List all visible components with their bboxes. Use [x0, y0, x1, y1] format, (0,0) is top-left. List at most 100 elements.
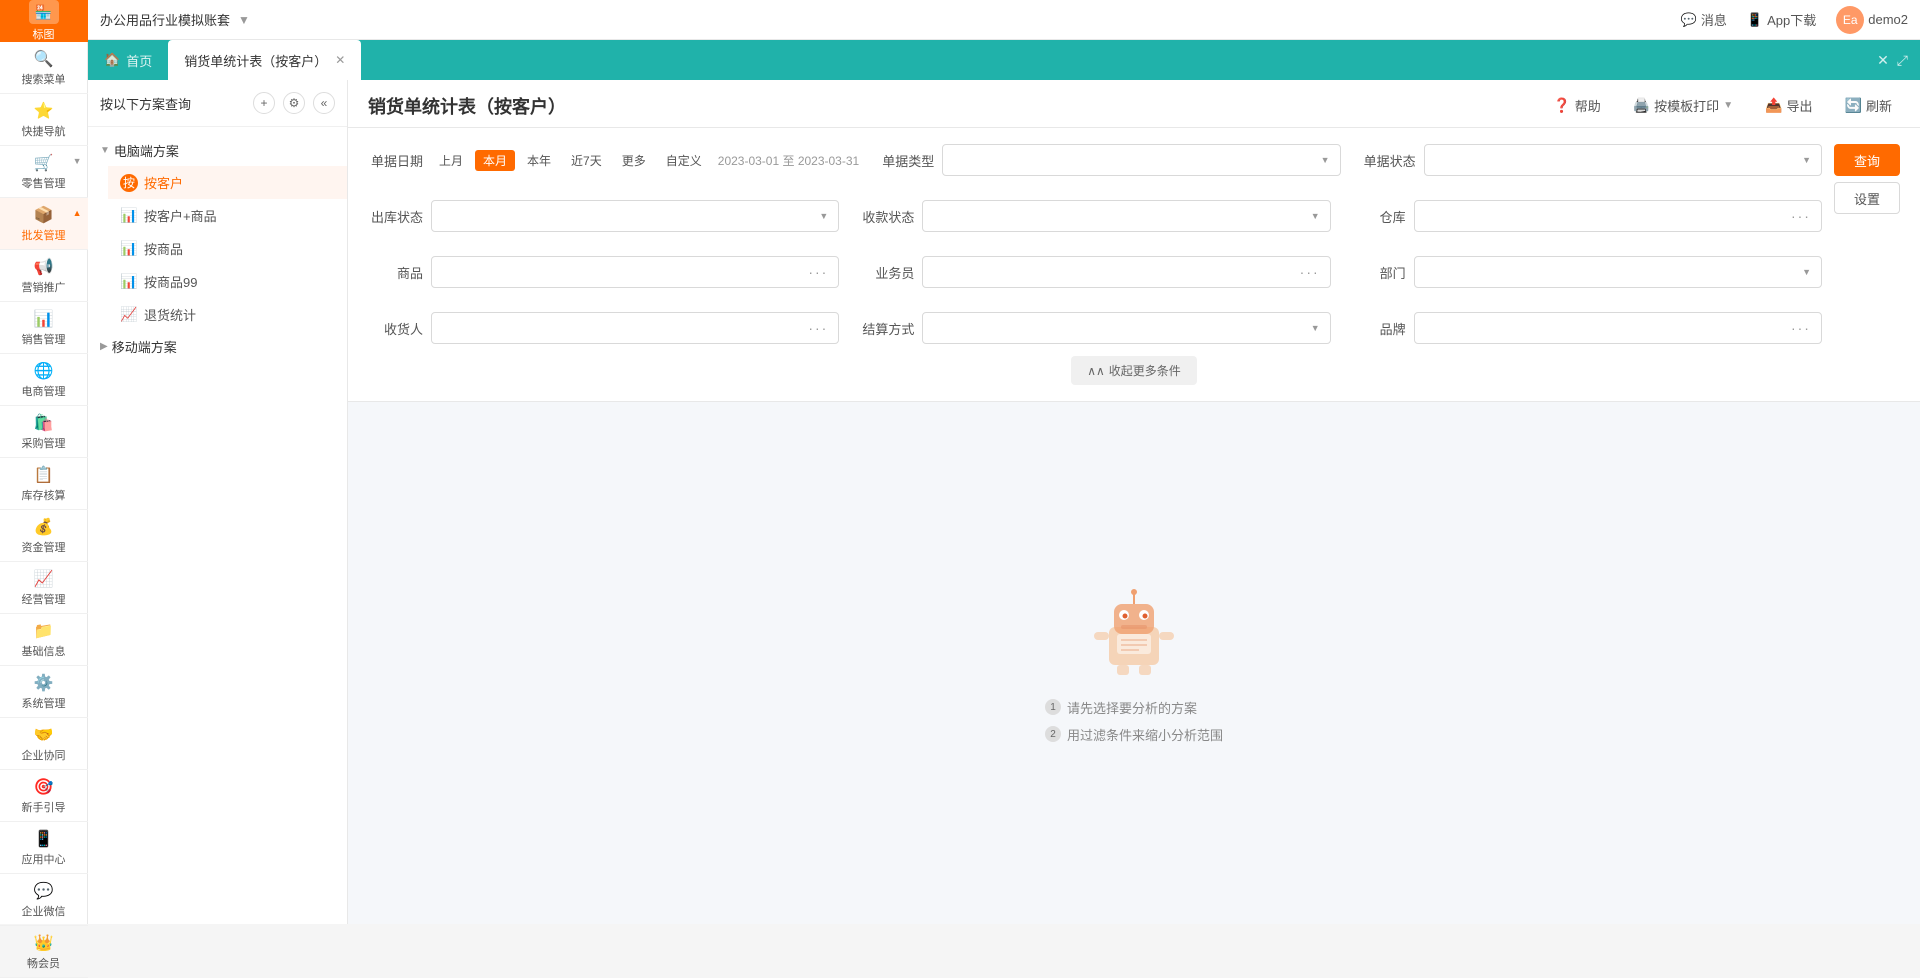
- sidebar-item-finance[interactable]: 💰 资金管理: [0, 510, 88, 562]
- tree-item-customer-goods[interactable]: 📊 按客户+商品: [108, 199, 347, 232]
- export-btn[interactable]: 📤 导出: [1757, 92, 1820, 119]
- goods-select[interactable]: ···: [431, 256, 839, 288]
- app-download-btn[interactable]: 📱 App下载: [1747, 10, 1816, 29]
- sidebar-item-inventory[interactable]: 📋 库存核算: [0, 458, 88, 510]
- date-tab-custom[interactable]: 自定义: [658, 150, 710, 171]
- app-download-label: App下载: [1767, 10, 1816, 29]
- tab-bar: 🏠 首页 销货单统计表（按客户） ✕ ✕ ⤢: [88, 40, 1920, 80]
- sidebar-item-enterprise[interactable]: 🤝 企业协同: [0, 718, 88, 770]
- user-avatar: Ea: [1836, 6, 1864, 34]
- tree-item-by-goods99[interactable]: 📊 按商品99: [108, 265, 347, 298]
- payment-select[interactable]: [922, 312, 1330, 344]
- right-content: 销货单统计表（按客户） ❓ 帮助 🖨️ 按模板打印 ▼ 📤 导出: [348, 80, 1920, 924]
- sidebar-item-label: 批发管理: [22, 227, 66, 243]
- filter-row-3: 商品 ··· 业务员 ···: [368, 256, 1822, 288]
- tab-close-btn[interactable]: ✕: [335, 53, 345, 67]
- desktop-group-label: 电脑端方案: [114, 141, 179, 160]
- print-icon: 🖨️: [1633, 97, 1650, 114]
- system-icon: ⚙️: [34, 673, 54, 693]
- date-tab-7days[interactable]: 近7天: [563, 150, 610, 171]
- star-icon: ⭐: [34, 101, 54, 121]
- message-icon: 💬: [1681, 12, 1697, 28]
- tree-item-label: 按商品: [144, 239, 183, 258]
- app-logo: 🏪 标图: [0, 0, 88, 42]
- mobile-group-header[interactable]: ▶ 移动端方案: [88, 331, 347, 362]
- date-tab-last-month[interactable]: 上月: [431, 150, 471, 171]
- add-scheme-btn[interactable]: +: [253, 92, 275, 114]
- print-btn[interactable]: 🖨️ 按模板打印 ▼: [1625, 92, 1741, 119]
- receiver-select[interactable]: ···: [431, 312, 839, 344]
- maximize-icon[interactable]: ⤢: [1897, 52, 1908, 69]
- sidebar-item-search[interactable]: 🔍 搜索菜单: [0, 42, 88, 94]
- settings-scheme-btn[interactable]: ⚙: [283, 92, 305, 114]
- filter-date: 单据日期 上月 本月 本年 近7天 更多 自定义: [368, 150, 859, 171]
- collapse-btn[interactable]: ∧∧ 收起更多条件: [1071, 356, 1197, 385]
- tip-num-1: 1: [1045, 699, 1061, 715]
- sidebar-item-label: 电商管理: [22, 383, 66, 399]
- message-btn[interactable]: 💬 消息: [1681, 10, 1727, 29]
- tab-maximize-actions: ✕ ⤢: [1877, 52, 1908, 69]
- top-nav: 办公用品行业模拟账套 ▼ 💬 消息 📱 App下载 Ea demo2: [88, 0, 1920, 40]
- sidebar-item-member[interactable]: 👑 畅会员: [0, 926, 88, 978]
- tab-stats[interactable]: 销货单统计表（按客户） ✕: [168, 40, 361, 80]
- customer-icon: 按: [120, 174, 138, 192]
- sidebar-item-basic[interactable]: 📁 基础信息: [0, 614, 88, 666]
- doc-type-select[interactable]: [942, 144, 1340, 176]
- sidebar-item-marketing[interactable]: 📢 营销推广: [0, 250, 88, 302]
- warehouse-dots: ···: [1791, 208, 1811, 224]
- brand-label: 品牌: [1351, 319, 1406, 338]
- filter-receive-status: 收款状态: [859, 200, 1330, 232]
- sidebar-item-wholesale[interactable]: 📦 批发管理 ▲: [0, 198, 88, 250]
- wholesale-icon: 📦: [34, 205, 54, 225]
- tree-item-by-goods[interactable]: 📊 按商品: [108, 232, 347, 265]
- date-tab-more[interactable]: 更多: [614, 150, 654, 171]
- brand-select[interactable]: ···: [1414, 312, 1822, 344]
- tab-home-label: 首页: [126, 51, 152, 70]
- refresh-btn[interactable]: 🔄 刷新: [1837, 92, 1900, 119]
- home-icon: 🏠: [104, 52, 120, 68]
- tree-item-by-customer[interactable]: 按 按客户: [108, 166, 347, 199]
- sidebar-item-appcenter[interactable]: 📱 应用中心: [0, 822, 88, 874]
- sidebar-item-purchase[interactable]: 🛍️ 采购管理: [0, 406, 88, 458]
- receive-status-arrow: [1311, 210, 1320, 222]
- salesperson-select[interactable]: ···: [922, 256, 1330, 288]
- date-tab-this-month[interactable]: 本月: [475, 150, 515, 171]
- query-button[interactable]: 查询: [1834, 144, 1900, 176]
- warehouse-select[interactable]: ···: [1414, 200, 1822, 232]
- panel-title: 按以下方案查询: [100, 94, 191, 113]
- sidebar-item-operations[interactable]: 📈 经营管理: [0, 562, 88, 614]
- collapse-panel-btn[interactable]: «: [313, 92, 335, 114]
- tab-home[interactable]: 🏠 首页: [88, 40, 168, 80]
- date-tab-this-year[interactable]: 本年: [519, 150, 559, 171]
- department-select[interactable]: [1414, 256, 1822, 288]
- receive-status-label: 收款状态: [859, 207, 914, 226]
- filter-ship-status: 出库状态: [368, 200, 839, 232]
- page-title: 销货单统计表（按客户）: [368, 93, 566, 119]
- desktop-group-header[interactable]: ▼ 电脑端方案: [88, 135, 347, 166]
- user-menu[interactable]: Ea demo2: [1836, 6, 1908, 34]
- sidebar-item-quicknav[interactable]: ⭐ 快捷导航: [0, 94, 88, 146]
- breadcrumb-arrow: ▼: [238, 13, 250, 27]
- tree-item-label: 按客户: [144, 173, 183, 192]
- sidebar-item-ecommerce[interactable]: 🌐 电商管理: [0, 354, 88, 406]
- tip-text-2: 用过滤条件来缩小分析范围: [1067, 725, 1223, 744]
- filter-settings-button[interactable]: 设置: [1834, 182, 1900, 214]
- help-btn[interactable]: ❓ 帮助: [1545, 92, 1608, 119]
- sidebar-item-label: 应用中心: [22, 851, 66, 867]
- sidebar-item-sales[interactable]: 📊 销售管理: [0, 302, 88, 354]
- sidebar-item-label: 畅会员: [27, 955, 60, 971]
- doc-status-select[interactable]: [1424, 144, 1822, 176]
- close-window-icon[interactable]: ✕: [1877, 52, 1889, 69]
- tree-expand-icon: ▼: [100, 145, 110, 156]
- sidebar-item-retail[interactable]: 🛒 零售管理 ▼: [0, 146, 88, 198]
- tree-item-return-stats[interactable]: 📈 退货统计: [108, 298, 347, 331]
- receiver-label: 收货人: [368, 319, 423, 338]
- sidebar-item-system[interactable]: ⚙️ 系统管理: [0, 666, 88, 718]
- filter-department: 部门: [1351, 256, 1822, 288]
- sidebar-item-wechat[interactable]: 💬 企业微信: [0, 874, 88, 926]
- sidebar-item-label: 库存核算: [22, 487, 66, 503]
- ship-status-select[interactable]: [431, 200, 839, 232]
- date-tabs: 上月 本月 本年 近7天 更多 自定义: [431, 150, 710, 171]
- receive-status-select[interactable]: [922, 200, 1330, 232]
- sidebar-item-newguide[interactable]: 🎯 新手引导: [0, 770, 88, 822]
